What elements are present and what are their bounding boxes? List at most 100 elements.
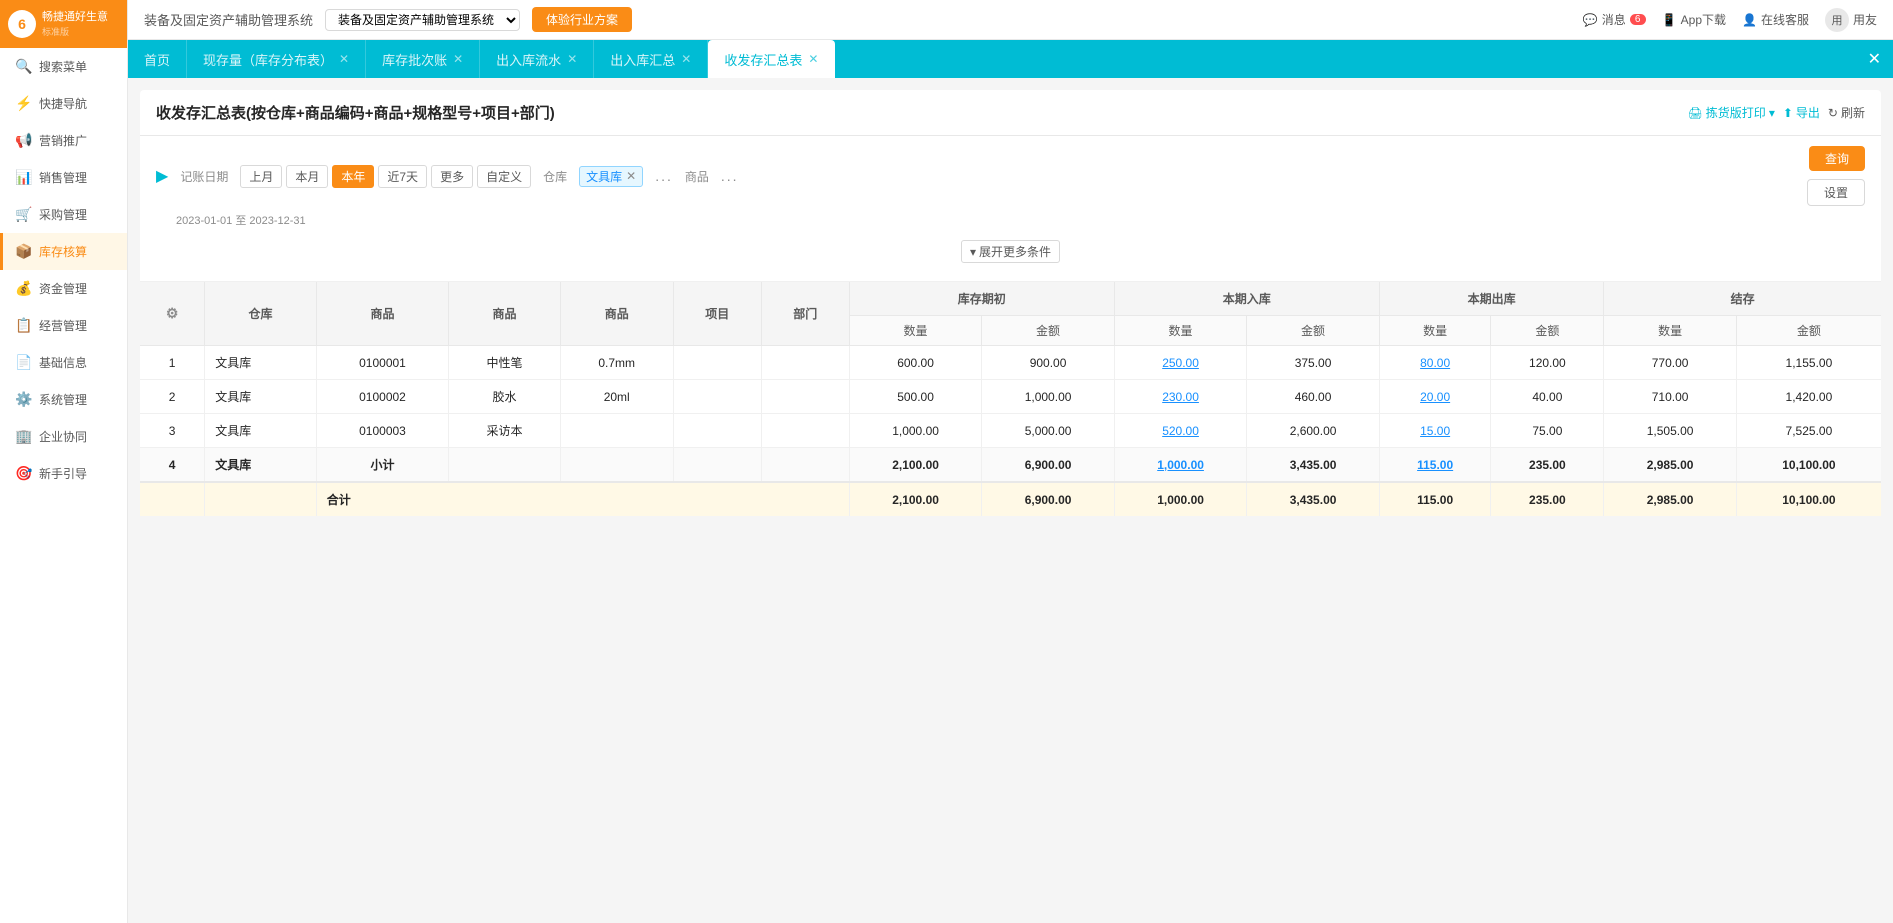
app-icon: 📱 bbox=[1662, 13, 1677, 27]
sidebar-item-sales[interactable]: 📊 销售管理 bbox=[0, 159, 127, 196]
table-row: 2 文具库 0100002 胶水 20ml 500.00 1,000.00 23… bbox=[140, 380, 1881, 414]
row2-in-qty[interactable]: 230.00 bbox=[1114, 380, 1247, 414]
row3-out-qty[interactable]: 15.00 bbox=[1379, 414, 1491, 448]
product-label: 商品 bbox=[685, 168, 709, 185]
total-label: 合计 bbox=[316, 482, 849, 516]
subtotal-out-qty[interactable]: 115.00 bbox=[1379, 448, 1491, 483]
refresh-btn[interactable]: ↻ 刷新 bbox=[1828, 104, 1865, 121]
sidebar-item-inventory[interactable]: 📦 库存核算 bbox=[0, 233, 127, 270]
sidebar-item-search[interactable]: 🔍 搜索菜单 bbox=[0, 48, 127, 85]
search-icon: 🔍 bbox=[15, 58, 31, 75]
tab-inventory-distribution-label: 现存量（库存分布表） bbox=[203, 50, 333, 69]
total-closing-qty: 2,985.00 bbox=[1604, 482, 1737, 516]
inventory-icon: 📦 bbox=[15, 243, 31, 260]
col-product-code-header: 商品 bbox=[316, 282, 449, 346]
online-service-action[interactable]: 👤 在线客服 bbox=[1742, 11, 1809, 28]
sidebar-item-enterprise[interactable]: 🏢 企业协同 bbox=[0, 418, 127, 455]
setting-btn[interactable]: 设置 bbox=[1807, 179, 1865, 206]
tab-close-receipt-summary[interactable]: ✕ bbox=[808, 52, 818, 66]
out-amt-header: 金额 bbox=[1491, 316, 1604, 346]
page-actions: 🖨 拣货版打印 ▾ ⬆ 导出 ↻ 刷新 bbox=[1688, 104, 1865, 121]
logo-icon: 6 bbox=[8, 10, 36, 38]
tab-close-inout-summary[interactable]: ✕ bbox=[681, 52, 691, 66]
sidebar-logo: 6 畅捷通好生意 标准版 bbox=[0, 0, 127, 48]
sidebar-item-finance[interactable]: 💰 资金管理 bbox=[0, 270, 127, 307]
sidebar-item-search-label: 搜索菜单 bbox=[39, 58, 87, 75]
row2-warehouse: 文具库 bbox=[205, 380, 317, 414]
row2-project bbox=[673, 380, 761, 414]
tab-inout-flow[interactable]: 出入库流水 ✕ bbox=[480, 40, 594, 78]
row3-in-amt: 2,600.00 bbox=[1247, 414, 1380, 448]
period-7days[interactable]: 近7天 bbox=[378, 165, 427, 188]
trial-btn[interactable]: 体验行业方案 bbox=[532, 7, 632, 32]
total-col2 bbox=[205, 482, 317, 516]
app-download-action[interactable]: 📱 App下载 bbox=[1662, 11, 1726, 28]
tabs-bar: 首页 现存量（库存分布表） ✕ 库存批次账 ✕ 出入库流水 ✕ 出入库汇总 ✕ … bbox=[128, 40, 1893, 78]
user-action[interactable]: 用 用友 bbox=[1825, 8, 1877, 32]
period-more[interactable]: 更多 bbox=[431, 165, 473, 188]
header-right: 💬 消息 6 📱 App下载 👤 在线客服 用 用友 bbox=[1583, 8, 1877, 32]
row3-closing-amt: 7,525.00 bbox=[1736, 414, 1881, 448]
period-this-month[interactable]: 本月 bbox=[286, 165, 328, 188]
sidebar-item-operations[interactable]: 📋 经营管理 bbox=[0, 307, 127, 344]
row1-out-qty[interactable]: 80.00 bbox=[1379, 346, 1491, 380]
sidebar-item-operations-label: 经营管理 bbox=[39, 317, 87, 334]
row1-in-qty[interactable]: 250.00 bbox=[1114, 346, 1247, 380]
warehouse-tag-close[interactable]: ✕ bbox=[626, 169, 636, 183]
purchase-icon: 🛒 bbox=[15, 206, 31, 223]
date-range-text: 2023-01-01 至 2023-12-31 bbox=[176, 212, 306, 228]
filter-expand-icon[interactable]: ▶ bbox=[156, 166, 168, 186]
online-service-label: 在线客服 bbox=[1761, 11, 1809, 28]
tab-close-inout-flow[interactable]: ✕ bbox=[567, 52, 577, 66]
sidebar-item-basic-info-label: 基础信息 bbox=[39, 354, 87, 371]
row2-out-qty[interactable]: 20.00 bbox=[1379, 380, 1491, 414]
col-closing-header: 结存 bbox=[1604, 282, 1881, 316]
filter-row-1: ▶ 记账日期 上月 本月 本年 近7天 更多 自定义 仓库 文具库 ✕ ... … bbox=[156, 146, 1865, 206]
print-btn[interactable]: 🖨 拣货版打印 ▾ bbox=[1688, 104, 1775, 121]
expand-btn[interactable]: ▾ 展开更多条件 bbox=[961, 240, 1060, 263]
tab-inventory-distribution[interactable]: 现存量（库存分布表） ✕ bbox=[187, 40, 366, 78]
message-action[interactable]: 💬 消息 6 bbox=[1583, 11, 1646, 28]
warehouse-ellipsis[interactable]: ... bbox=[655, 168, 673, 184]
tab-batch-account[interactable]: 库存批次账 ✕ bbox=[366, 40, 480, 78]
sidebar-item-guide-label: 新手引导 bbox=[39, 465, 87, 482]
tab-inout-summary[interactable]: 出入库汇总 ✕ bbox=[594, 40, 708, 78]
sidebar-menu: 🔍 搜索菜单 ⚡ 快捷导航 📢 营销推广 📊 销售管理 🛒 采购管理 📦 库存核… bbox=[0, 48, 127, 923]
tab-receipt-summary[interactable]: 收发存汇总表 ✕ bbox=[708, 40, 835, 78]
row3-closing-qty: 1,505.00 bbox=[1604, 414, 1737, 448]
col-opening-header: 库存期初 bbox=[849, 282, 1114, 316]
product-ellipsis[interactable]: ... bbox=[721, 168, 739, 184]
period-this-year[interactable]: 本年 bbox=[332, 165, 374, 188]
total-row: 合计 2,100.00 6,900.00 1,000.00 3,435.00 1… bbox=[140, 482, 1881, 516]
tab-home[interactable]: 首页 bbox=[128, 40, 187, 78]
sidebar-item-purchase[interactable]: 🛒 采购管理 bbox=[0, 196, 127, 233]
period-custom[interactable]: 自定义 bbox=[477, 165, 531, 188]
subtotal-in-qty[interactable]: 1,000.00 bbox=[1114, 448, 1247, 483]
sidebar-item-guide[interactable]: 🎯 新手引导 bbox=[0, 455, 127, 492]
export-btn[interactable]: ⬆ 导出 bbox=[1783, 104, 1820, 121]
sidebar-item-quick-nav[interactable]: ⚡ 快捷导航 bbox=[0, 85, 127, 122]
row3-opening-amt: 5,000.00 bbox=[982, 414, 1115, 448]
row3-in-qty[interactable]: 520.00 bbox=[1114, 414, 1247, 448]
sidebar-item-basic-info[interactable]: 📄 基础信息 bbox=[0, 344, 127, 381]
table-footer: 合计 2,100.00 6,900.00 1,000.00 3,435.00 1… bbox=[140, 482, 1881, 516]
query-btn[interactable]: 查询 bbox=[1809, 146, 1865, 171]
row3-out-amt: 75.00 bbox=[1491, 414, 1604, 448]
row2-no: 2 bbox=[140, 380, 205, 414]
export-label: 导出 bbox=[1796, 104, 1820, 121]
gear-icon[interactable]: ⚙ bbox=[166, 305, 179, 321]
tabs-close-all[interactable]: ✕ bbox=[1856, 49, 1893, 69]
page-title: 收发存汇总表(按仓库+商品编码+商品+规格型号+项目+部门) bbox=[156, 102, 555, 123]
tab-close-inventory-distribution[interactable]: ✕ bbox=[339, 52, 349, 66]
col-settings-header[interactable]: ⚙ bbox=[140, 282, 205, 346]
sidebar-item-system[interactable]: ⚙️ 系统管理 bbox=[0, 381, 127, 418]
system-select[interactable]: 装备及固定资产辅助管理系统 bbox=[325, 9, 520, 31]
period-prev-month[interactable]: 上月 bbox=[240, 165, 282, 188]
tab-inout-summary-label: 出入库汇总 bbox=[610, 50, 675, 69]
sidebar: 6 畅捷通好生意 标准版 🔍 搜索菜单 ⚡ 快捷导航 📢 营销推广 📊 销售管理… bbox=[0, 0, 128, 923]
message-icon: 💬 bbox=[1583, 13, 1598, 27]
print-icon: 🖨 bbox=[1688, 106, 1703, 120]
sidebar-item-marketing[interactable]: 📢 营销推广 bbox=[0, 122, 127, 159]
tab-close-batch-account[interactable]: ✕ bbox=[453, 52, 463, 66]
col-spec-header: 商品 bbox=[560, 282, 673, 346]
